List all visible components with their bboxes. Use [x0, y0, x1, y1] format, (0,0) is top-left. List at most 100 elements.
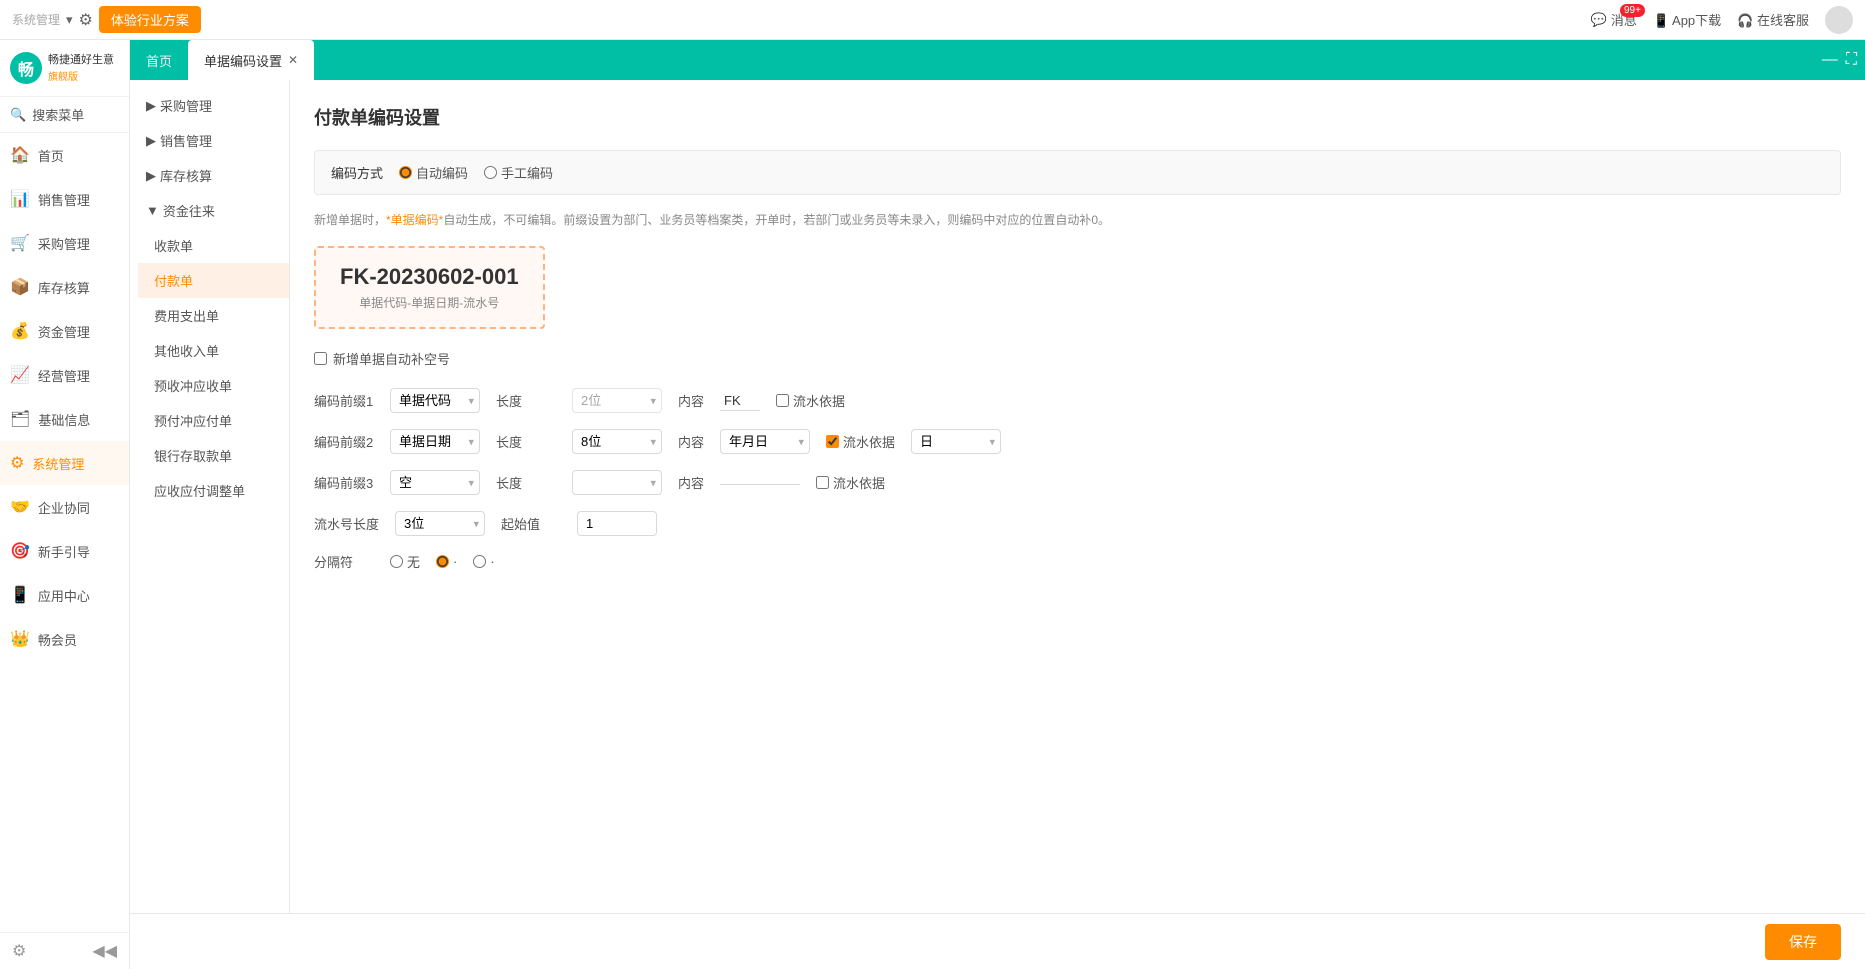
- payment-label: 付款单: [154, 271, 193, 290]
- start-value-input[interactable]: [577, 511, 657, 536]
- sidebar-logo: 畅 畅捷通好生意 旗舰版: [0, 40, 129, 97]
- manual-encode-input[interactable]: [484, 166, 497, 179]
- length3-label: 长度: [496, 473, 556, 492]
- length1-select[interactable]: 2位: [572, 388, 662, 413]
- sidebar-item-newguide[interactable]: 🎯 新手引导: [0, 529, 129, 573]
- prefix1-select[interactable]: 单据代码: [390, 388, 480, 413]
- sidebar-item-label: 采购管理: [38, 234, 90, 253]
- stream1-label: 流水依据: [793, 391, 845, 410]
- prefix3-select[interactable]: 空: [390, 470, 480, 495]
- manual-encode-radio[interactable]: 手工编码: [484, 163, 553, 182]
- sub-nav-bank-deposit[interactable]: 银行存取款单: [138, 438, 289, 473]
- advance-payable-label: 预付冲应付单: [154, 411, 232, 430]
- sidebar-nav: 🏠 首页 📊 销售管理 🛒 采购管理 📦 库存核算 💰 资金管理 📈 经: [0, 133, 129, 932]
- auto-fill-label: 新增单据自动补空号: [333, 349, 450, 368]
- prefix-row-3: 编码前缀3 空 长度 内容: [314, 470, 1841, 495]
- online-service[interactable]: 🎧 在线客服: [1737, 10, 1809, 29]
- separator-dot-radio[interactable]: ·: [436, 554, 457, 569]
- sub-nav-advance-receivable[interactable]: 预收冲应收单: [138, 368, 289, 403]
- content2-select[interactable]: 年月日: [720, 429, 810, 454]
- prefix1-label: 编码前缀1: [314, 391, 374, 410]
- save-button[interactable]: 保存: [1765, 924, 1841, 960]
- stream2-select[interactable]: 日: [911, 429, 1001, 454]
- auto-encode-input[interactable]: [399, 166, 412, 179]
- code-preview-sub: 单据代码-单据日期-流水号: [340, 294, 519, 311]
- stream1-checkbox[interactable]: [776, 394, 789, 407]
- search-icon: 🔍: [10, 107, 26, 123]
- logo-text-block: 畅捷通好生意 旗舰版: [48, 53, 114, 82]
- separator-other-input[interactable]: [473, 555, 486, 568]
- separator-none-input[interactable]: [390, 555, 403, 568]
- experience-button[interactable]: 体验行业方案: [99, 6, 201, 33]
- user-avatar[interactable]: [1825, 6, 1853, 34]
- stream3-checkbox[interactable]: [816, 476, 829, 489]
- sidebar-item-system[interactable]: ⚙ 系统管理: [0, 441, 129, 485]
- auto-encode-label: 自动编码: [416, 163, 468, 182]
- chevron-right-icon: ▶: [146, 98, 156, 114]
- tab-maximize-button[interactable]: ⛶: [1846, 51, 1857, 69]
- sidebar-item-apps[interactable]: 📱 应用中心: [0, 573, 129, 617]
- prefix-row-1: 编码前缀1 单据代码 长度 2位 内容 FK: [314, 388, 1841, 413]
- sidebar-item-sales[interactable]: 📊 销售管理: [0, 177, 129, 221]
- sub-nav-advance-payable[interactable]: 预付冲应付单: [138, 403, 289, 438]
- content1-label: 内容: [678, 391, 704, 410]
- chevron-right-icon3: ▶: [146, 168, 156, 184]
- message-badge[interactable]: 💬 消息 99+: [1591, 10, 1637, 29]
- sub-nav-sales[interactable]: ▶ 销售管理: [130, 123, 289, 158]
- sidebar-item-purchase[interactable]: 🛒 采购管理: [0, 221, 129, 265]
- sub-nav-payment[interactable]: 付款单: [138, 263, 289, 298]
- sub-nav-expense[interactable]: 费用支出单: [138, 298, 289, 333]
- length1-select-wrapper: 2位: [572, 388, 662, 413]
- auto-encode-radio[interactable]: 自动编码: [399, 163, 468, 182]
- separator-none-radio[interactable]: 无: [390, 552, 420, 571]
- sidebar-item-finance[interactable]: 💰 资金管理: [0, 309, 129, 353]
- sidebar-item-home[interactable]: 🏠 首页: [0, 133, 129, 177]
- tab-serial-settings[interactable]: 单据编码设置 ✕: [188, 40, 314, 80]
- bank-deposit-label: 银行存取款单: [154, 446, 232, 465]
- tab-close-icon[interactable]: ✕: [288, 53, 298, 67]
- auto-fill-checkbox[interactable]: [314, 352, 327, 365]
- sub-nav-ap-ar-adjust[interactable]: 应收应付调整单: [138, 473, 289, 508]
- separator-other-radio[interactable]: ·: [473, 554, 494, 569]
- sidebar-item-business[interactable]: 📈 经营管理: [0, 353, 129, 397]
- tab-home[interactable]: 首页: [130, 40, 188, 80]
- settings-icon[interactable]: ⚙: [79, 10, 93, 30]
- sidebar-item-label: 库存核算: [38, 278, 90, 297]
- tab-minimize-button[interactable]: —: [1822, 51, 1838, 69]
- sidebar-item-vip[interactable]: 👑 畅会员: [0, 617, 129, 661]
- ap-ar-adjust-label: 应收应付调整单: [154, 481, 245, 500]
- sidebar-item-inventory[interactable]: 📦 库存核算: [0, 265, 129, 309]
- sidebar-item-label: 企业协同: [38, 498, 90, 517]
- app-download[interactable]: 📱 App下载: [1653, 10, 1721, 29]
- chevron-right-icon2: ▶: [146, 133, 156, 149]
- sub-nav-purchase[interactable]: ▶ 采购管理: [130, 88, 289, 123]
- prefix2-select[interactable]: 单据日期: [390, 429, 480, 454]
- breadcrumb-text: 系统管理: [12, 11, 60, 28]
- content3-label: 内容: [678, 473, 704, 492]
- sub-nav-inventory[interactable]: ▶ 库存核算: [130, 158, 289, 193]
- sub-nav-capital[interactable]: ▼ 资金往来: [130, 193, 289, 228]
- sidebar-item-basic[interactable]: 🗂 基础信息: [0, 397, 129, 441]
- sub-nav-sales-label: 销售管理: [160, 131, 212, 150]
- length2-label: 长度: [496, 432, 556, 451]
- serial-length-select-wrapper: 3位: [395, 511, 485, 536]
- sub-nav-receipt[interactable]: 收款单: [138, 228, 289, 263]
- settings-bottom-icon[interactable]: ⚙: [12, 941, 26, 961]
- content2-label: 内容: [678, 432, 704, 451]
- tab-home-label: 首页: [146, 51, 172, 70]
- length3-select[interactable]: [572, 470, 662, 495]
- search-menu[interactable]: 🔍 搜索菜单: [0, 97, 129, 133]
- dropdown-button[interactable]: ▾: [66, 12, 73, 28]
- length2-select[interactable]: 8位: [572, 429, 662, 454]
- stream1-checkbox-item: 流水依据: [776, 391, 845, 410]
- sub-nav-other-income[interactable]: 其他收入单: [138, 333, 289, 368]
- collapse-icon[interactable]: ◀◀: [92, 941, 117, 961]
- separator-dot-input[interactable]: [436, 555, 449, 568]
- sidebar-item-cooperation[interactable]: 🤝 企业协同: [0, 485, 129, 529]
- logo-icon: 畅: [10, 52, 42, 84]
- sidebar-item-label: 应用中心: [38, 586, 90, 605]
- hint-highlight: *单据编码*: [386, 213, 443, 227]
- stream2-checkbox[interactable]: [826, 435, 839, 448]
- serial-length-select[interactable]: 3位: [395, 511, 485, 536]
- page-title: 付款单编码设置: [314, 104, 1841, 130]
